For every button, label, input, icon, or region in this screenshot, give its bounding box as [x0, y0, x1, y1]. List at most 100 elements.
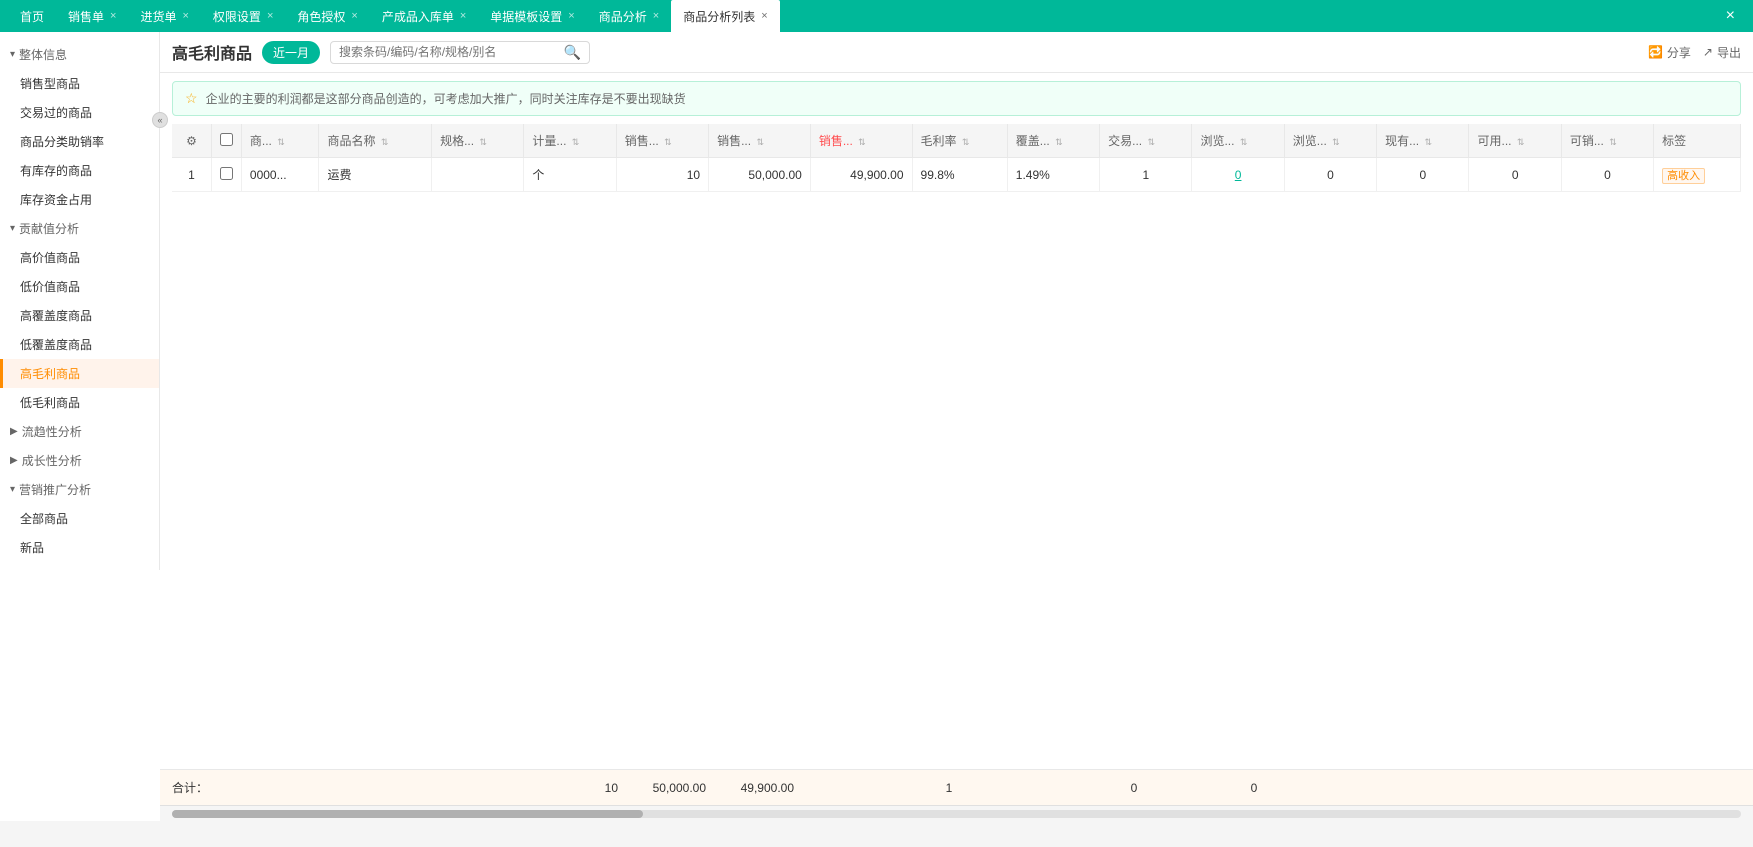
total-trade-count: 1	[914, 781, 984, 795]
th-tag: 标签	[1654, 124, 1741, 158]
header-actions: 🔁 分享 ↗ 导出	[1648, 44, 1741, 61]
cell-available-stock: 0	[1469, 158, 1561, 192]
nav-product-inbound[interactable]: 产成品入库单 ×	[370, 0, 478, 32]
close-icon[interactable]: ×	[267, 10, 273, 22]
page-title: 高毛利商品	[172, 40, 252, 64]
info-text: 企业的主要的利润都是这部分商品创造的，可考虑加大推广，同时关注库存是不要出现缺货	[206, 90, 686, 107]
nav-template-settings[interactable]: 单据模板设置 ×	[478, 0, 586, 32]
horizontal-scrollbar-track[interactable]	[172, 810, 1741, 818]
th-name[interactable]: 商品名称 ⇅	[319, 124, 432, 158]
row-checkbox[interactable]	[220, 167, 233, 180]
cell-views1[interactable]: 0	[1192, 158, 1284, 192]
arrow-down-icon: ▾	[10, 49, 15, 60]
share-button[interactable]: 🔁 分享	[1648, 44, 1691, 61]
close-icon[interactable]: ×	[110, 10, 116, 22]
sidebar-collapse-button[interactable]: «	[152, 112, 168, 128]
th-unit[interactable]: 计量... ⇅	[524, 124, 616, 158]
th-sale-amount[interactable]: 销售... ⇅	[709, 124, 811, 158]
nav-roles[interactable]: 角色授权 ×	[285, 0, 369, 32]
sidebar-item-low-value[interactable]: 低价值商品	[0, 272, 159, 301]
search-input[interactable]	[339, 45, 564, 59]
th-current-stock[interactable]: 现有... ⇅	[1377, 124, 1469, 158]
cell-index: 1	[172, 158, 211, 192]
cell-sale-qty: 10	[616, 158, 708, 192]
cell-trade-count: 1	[1100, 158, 1192, 192]
sort-icon: ⇅	[1147, 137, 1155, 147]
select-all-checkbox[interactable]	[220, 133, 233, 146]
total-label: 合计：	[172, 779, 232, 796]
sidebar-item-high-coverage[interactable]: 高覆盖度商品	[0, 301, 159, 330]
cell-gross-margin: 99.8%	[912, 158, 1007, 192]
nav-purchase[interactable]: 进货单 ×	[128, 0, 200, 32]
top-nav-bar: 首页 销售单 × 进货单 × 权限设置 × 角色授权 × 产成品入库单 × 单据…	[0, 0, 1753, 32]
nav-sales[interactable]: 销售单 ×	[56, 0, 128, 32]
th-coverage[interactable]: 覆盖... ⇅	[1007, 124, 1099, 158]
cell-code: 0000...	[241, 158, 319, 192]
sidebar-group-marketing[interactable]: ▾ 营销推广分析	[0, 475, 159, 504]
nav-product-analysis-list[interactable]: 商品分析列表 ×	[671, 0, 779, 32]
filter-recent-month-button[interactable]: 近一月	[262, 41, 320, 64]
th-gross-margin[interactable]: 毛利率 ⇅	[912, 124, 1007, 158]
close-icon[interactable]: ×	[653, 10, 659, 22]
search-icon: 🔍	[564, 44, 581, 61]
total-sale-amount: 50,000.00	[626, 781, 706, 795]
sidebar-wrap: ▾ 整体信息 销售型商品 交易过的商品 商品分类助销率 有库存的商品 库存资金占…	[0, 32, 160, 821]
sidebar-item-category-rate[interactable]: 商品分类助销率	[0, 127, 159, 156]
sidebar-item-all-products[interactable]: 全部商品	[0, 504, 159, 533]
cell-checkbox[interactable]	[211, 158, 241, 192]
arrow-right-icon: ▶	[10, 455, 18, 466]
sidebar-item-new-products[interactable]: 新品	[0, 533, 159, 562]
th-saleable-stock[interactable]: 可销... ⇅	[1561, 124, 1653, 158]
sidebar-item-low-margin[interactable]: 低毛利商品	[0, 388, 159, 417]
arrow-down-icon: ▾	[10, 223, 15, 234]
tag-badge: 高收入	[1662, 168, 1705, 184]
star-icon: ☆	[185, 90, 198, 107]
views1-link[interactable]: 0	[1235, 168, 1242, 182]
export-button[interactable]: ↗ 导出	[1703, 44, 1741, 61]
sidebar-group-trend[interactable]: ▶ 流趋性分析	[0, 417, 159, 446]
info-banner: ☆ 企业的主要的利润都是这部分商品创造的，可考虑加大推广，同时关注库存是不要出现…	[172, 81, 1741, 116]
nav-permissions[interactable]: 权限设置 ×	[201, 0, 285, 32]
sidebar-group-contribution[interactable]: ▾ 贡献值分析	[0, 214, 159, 243]
horizontal-scrollbar-thumb[interactable]	[172, 810, 643, 818]
window-close-button[interactable]: ×	[1716, 0, 1745, 32]
sidebar-group-growth[interactable]: ▶ 成长性分析	[0, 446, 159, 475]
th-sale-qty[interactable]: 销售... ⇅	[616, 124, 708, 158]
th-views2[interactable]: 浏览... ⇅	[1284, 124, 1376, 158]
arrow-down-icon: ▾	[10, 484, 15, 495]
sidebar-item-stock-funds[interactable]: 库存资金占用	[0, 185, 159, 214]
sidebar-item-in-stock[interactable]: 有库存的商品	[0, 156, 159, 185]
nav-home[interactable]: 首页	[8, 0, 56, 32]
sort-icon: ⇅	[962, 137, 970, 147]
th-checkbox	[211, 124, 241, 158]
settings-icon[interactable]: ⚙	[186, 134, 197, 148]
close-icon[interactable]: ×	[568, 10, 574, 22]
th-spec[interactable]: 规格... ⇅	[432, 124, 524, 158]
cell-saleable-stock: 0	[1561, 158, 1653, 192]
sidebar-item-high-value[interactable]: 高价值商品	[0, 243, 159, 272]
export-icon: ↗	[1703, 45, 1713, 59]
cell-sale-amount: 50,000.00	[709, 158, 811, 192]
th-trade-count[interactable]: 交易... ⇅	[1100, 124, 1192, 158]
th-code[interactable]: 商... ⇅	[241, 124, 319, 158]
sidebar-item-sales-products[interactable]: 销售型商品	[0, 69, 159, 98]
th-available-stock[interactable]: 可用... ⇅	[1469, 124, 1561, 158]
close-icon[interactable]: ×	[761, 10, 767, 22]
sort-icon: ⇅	[381, 137, 389, 147]
sort-icon: ⇅	[572, 137, 580, 147]
sort-icon: ⇅	[1517, 137, 1525, 147]
sidebar-item-high-margin[interactable]: 高毛利商品	[0, 359, 159, 388]
close-icon[interactable]: ×	[182, 10, 188, 22]
sort-icon: ⇅	[756, 137, 764, 147]
sidebar-item-traded-products[interactable]: 交易过的商品	[0, 98, 159, 127]
sidebar-item-low-coverage[interactable]: 低覆盖度商品	[0, 330, 159, 359]
nav-product-analysis[interactable]: 商品分析 ×	[587, 0, 671, 32]
sidebar-group-overall[interactable]: ▾ 整体信息	[0, 40, 159, 69]
total-current-stock: 0	[1104, 781, 1164, 795]
sort-icon: ⇅	[1240, 137, 1248, 147]
th-views1[interactable]: 浏览... ⇅	[1192, 124, 1284, 158]
close-icon[interactable]: ×	[460, 10, 466, 22]
total-sale-qty: 10	[568, 781, 618, 795]
th-sale-profit[interactable]: 销售... ⇅	[810, 124, 912, 158]
close-icon[interactable]: ×	[351, 10, 357, 22]
